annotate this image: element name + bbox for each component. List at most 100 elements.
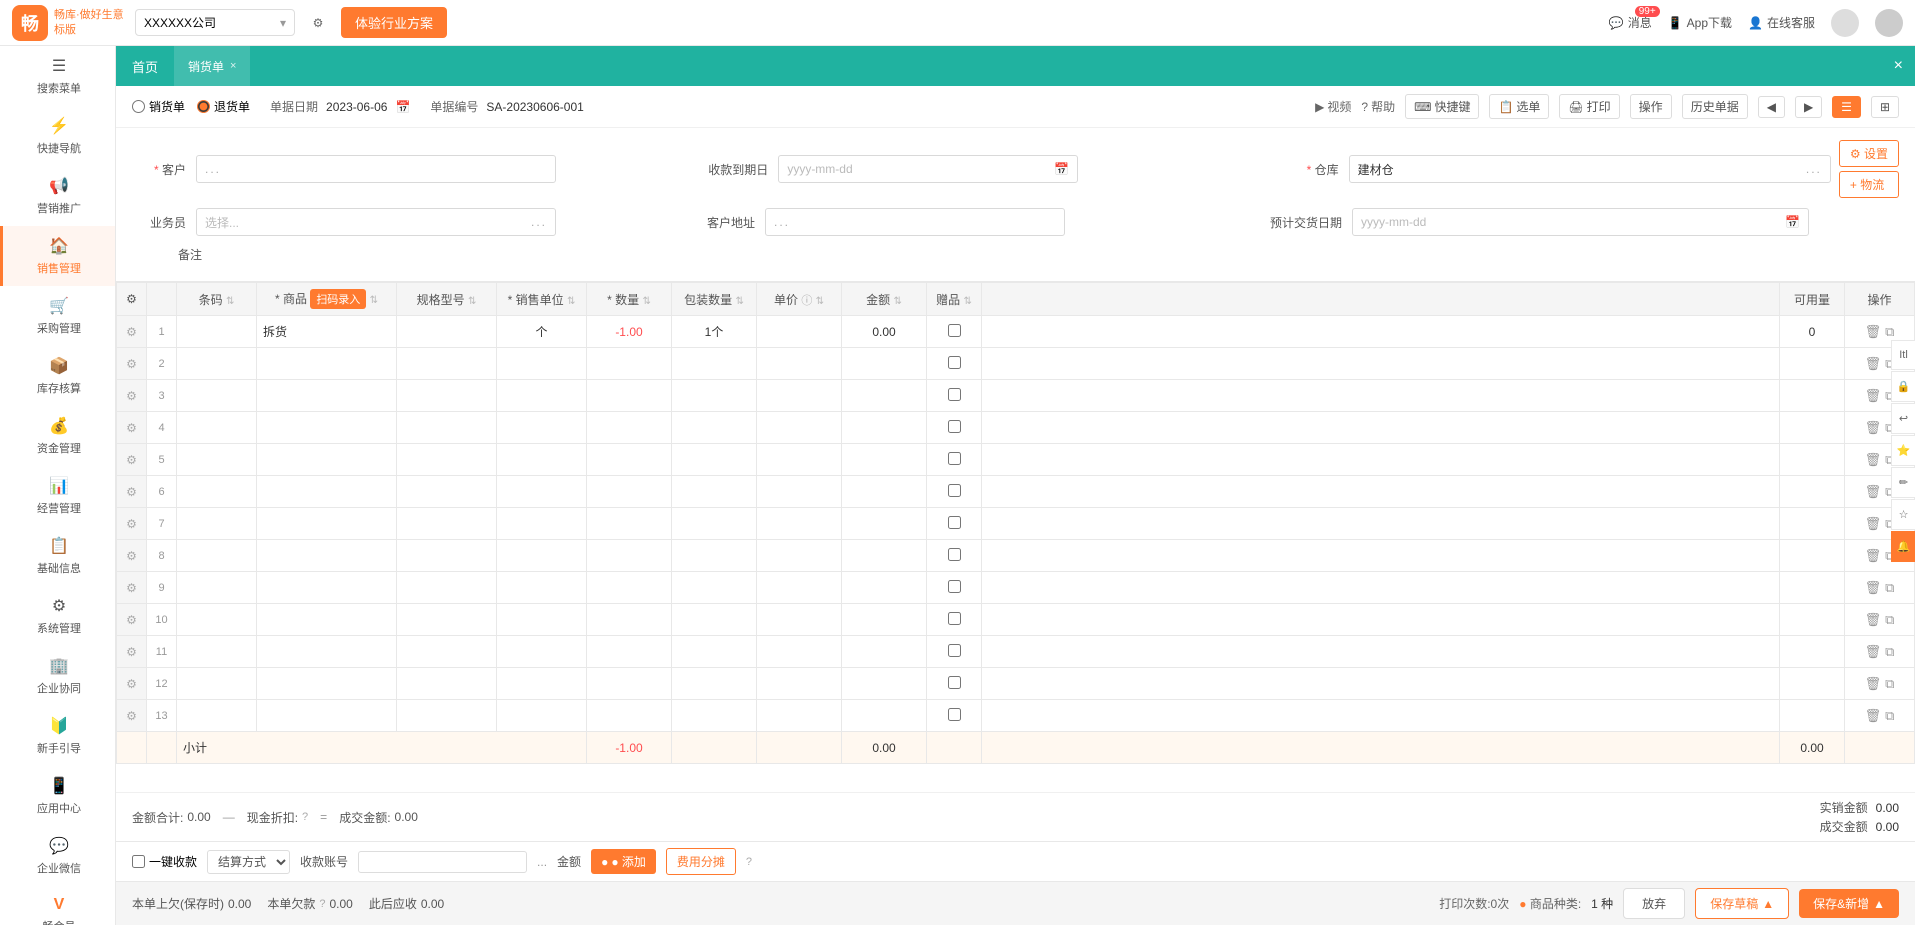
row-price[interactable] bbox=[757, 604, 842, 636]
gift-checkbox[interactable] bbox=[948, 548, 961, 561]
row-spec[interactable] bbox=[397, 700, 497, 732]
delete-icon[interactable]: 🗑 bbox=[1865, 356, 1882, 372]
row-pack-qty[interactable]: 1个 bbox=[672, 316, 757, 348]
copy-icon[interactable]: ⧉ bbox=[1885, 580, 1894, 596]
shortcut-btn[interactable]: ⌨ 快捷键 bbox=[1405, 94, 1479, 119]
row-spec[interactable] bbox=[397, 668, 497, 700]
delete-icon[interactable]: 🗑 bbox=[1865, 484, 1882, 500]
delete-icon[interactable]: 🗑 bbox=[1865, 644, 1882, 660]
sidebar-item-vip[interactable]: V 畅会员 bbox=[0, 886, 115, 925]
message-btn[interactable]: 💬 消息 99+ bbox=[1609, 14, 1652, 31]
row-product[interactable] bbox=[257, 700, 397, 732]
customer-addr-input[interactable]: ... bbox=[765, 208, 1065, 236]
row-spec[interactable] bbox=[397, 540, 497, 572]
sidebar-item-basic[interactable]: 📋 基础信息 bbox=[0, 526, 115, 586]
return-order-radio[interactable]: 退货单 bbox=[197, 98, 250, 115]
due-date-calendar-icon[interactable]: 📅 bbox=[1054, 162, 1069, 176]
sidebar-item-corpwechat[interactable]: 💬 企业微信 bbox=[0, 826, 115, 886]
row-gift[interactable] bbox=[927, 572, 982, 604]
row-price[interactable] bbox=[757, 700, 842, 732]
float-btn-back[interactable]: ↩ bbox=[1891, 403, 1915, 434]
row-amount[interactable] bbox=[842, 444, 927, 476]
company-selector[interactable]: XXXXXX公司 ▾ bbox=[135, 9, 295, 36]
row-qty[interactable] bbox=[587, 572, 672, 604]
row-amount[interactable]: 0.00 bbox=[842, 316, 927, 348]
row-remark[interactable] bbox=[982, 444, 1780, 476]
row-qty[interactable] bbox=[587, 540, 672, 572]
row-qty[interactable] bbox=[587, 604, 672, 636]
float-btn-edit[interactable]: ✏ bbox=[1891, 467, 1915, 498]
row-pack-qty[interactable] bbox=[672, 380, 757, 412]
warehouse-input[interactable]: 建材仓 ... bbox=[1349, 155, 1831, 183]
row-remark[interactable] bbox=[982, 668, 1780, 700]
row-remark[interactable] bbox=[982, 700, 1780, 732]
row-pack-qty[interactable] bbox=[672, 668, 757, 700]
delete-icon[interactable]: 🗑 bbox=[1865, 612, 1882, 628]
avatar[interactable] bbox=[1831, 9, 1859, 37]
float-btn-notify[interactable]: 🔔 bbox=[1891, 531, 1915, 562]
row-barcode[interactable] bbox=[177, 540, 257, 572]
row-barcode[interactable] bbox=[177, 380, 257, 412]
row-remark[interactable] bbox=[982, 604, 1780, 636]
sidebar-item-system[interactable]: ⚙ 系统管理 bbox=[0, 586, 115, 646]
delete-icon[interactable]: 🗑 bbox=[1865, 452, 1882, 468]
return-order-radio-input[interactable] bbox=[197, 100, 210, 113]
view-grid-btn[interactable]: ⊞ bbox=[1871, 96, 1899, 118]
gift-checkbox[interactable] bbox=[948, 580, 961, 593]
gift-checkbox[interactable] bbox=[948, 516, 961, 529]
row-pack-qty[interactable] bbox=[672, 508, 757, 540]
row-qty[interactable] bbox=[587, 444, 672, 476]
row-amount[interactable] bbox=[842, 380, 927, 412]
row-gift[interactable] bbox=[927, 636, 982, 668]
row-spec[interactable] bbox=[397, 476, 497, 508]
float-btn-star[interactable]: ⭐ bbox=[1891, 435, 1915, 466]
row-remark[interactable] bbox=[982, 476, 1780, 508]
row-spec[interactable] bbox=[397, 348, 497, 380]
sidebar-item-quicknav[interactable]: ⚡ 快捷导航 bbox=[0, 106, 115, 166]
row-qty[interactable] bbox=[587, 668, 672, 700]
row-qty[interactable] bbox=[587, 636, 672, 668]
row-spec[interactable] bbox=[397, 412, 497, 444]
select-btn[interactable]: 📋 选单 bbox=[1489, 94, 1549, 119]
row-barcode[interactable] bbox=[177, 444, 257, 476]
due-date-input[interactable]: yyyy-mm-dd 📅 bbox=[778, 155, 1078, 183]
row-amount[interactable] bbox=[842, 348, 927, 380]
row-product[interactable] bbox=[257, 636, 397, 668]
gift-checkbox[interactable] bbox=[948, 388, 961, 401]
delete-icon[interactable]: 🗑 bbox=[1865, 324, 1882, 340]
operate-btn[interactable]: 操作 bbox=[1630, 94, 1672, 119]
customer-input[interactable]: ... bbox=[196, 155, 556, 183]
row-amount[interactable] bbox=[842, 540, 927, 572]
row-price[interactable] bbox=[757, 508, 842, 540]
row-product[interactable] bbox=[257, 540, 397, 572]
settings-icon-btn[interactable]: ⚙ bbox=[303, 8, 333, 38]
row-qty[interactable] bbox=[587, 700, 672, 732]
sidebar-item-finance[interactable]: 💰 资金管理 bbox=[0, 406, 115, 466]
avatar2[interactable] bbox=[1875, 9, 1903, 37]
row-gift[interactable] bbox=[927, 412, 982, 444]
row-unit[interactable] bbox=[497, 380, 587, 412]
row-gift[interactable] bbox=[927, 380, 982, 412]
row-product[interactable] bbox=[257, 380, 397, 412]
row-product[interactable] bbox=[257, 444, 397, 476]
row-remark[interactable] bbox=[982, 316, 1780, 348]
delete-icon[interactable]: 🗑 bbox=[1865, 580, 1882, 596]
row-barcode[interactable] bbox=[177, 636, 257, 668]
row-barcode[interactable] bbox=[177, 412, 257, 444]
discount-info-icon[interactable]: ? bbox=[302, 811, 308, 823]
sale-order-radio-input[interactable] bbox=[132, 100, 145, 113]
row-product[interactable] bbox=[257, 508, 397, 540]
float-btn-lock[interactable]: 🔒 bbox=[1891, 371, 1915, 402]
row-pack-qty[interactable] bbox=[672, 700, 757, 732]
row-pack-qty[interactable] bbox=[672, 444, 757, 476]
row-barcode[interactable] bbox=[177, 604, 257, 636]
gift-checkbox[interactable] bbox=[948, 708, 961, 721]
tab-home[interactable]: 首页 bbox=[116, 46, 174, 86]
row-product[interactable] bbox=[257, 476, 397, 508]
sidebar-item-sales[interactable]: 🏠 销售管理 bbox=[0, 226, 115, 286]
tab-close-icon[interactable]: × bbox=[230, 60, 236, 72]
row-pack-qty[interactable] bbox=[672, 348, 757, 380]
row-product[interactable] bbox=[257, 604, 397, 636]
row-spec[interactable] bbox=[397, 636, 497, 668]
row-barcode[interactable] bbox=[177, 476, 257, 508]
